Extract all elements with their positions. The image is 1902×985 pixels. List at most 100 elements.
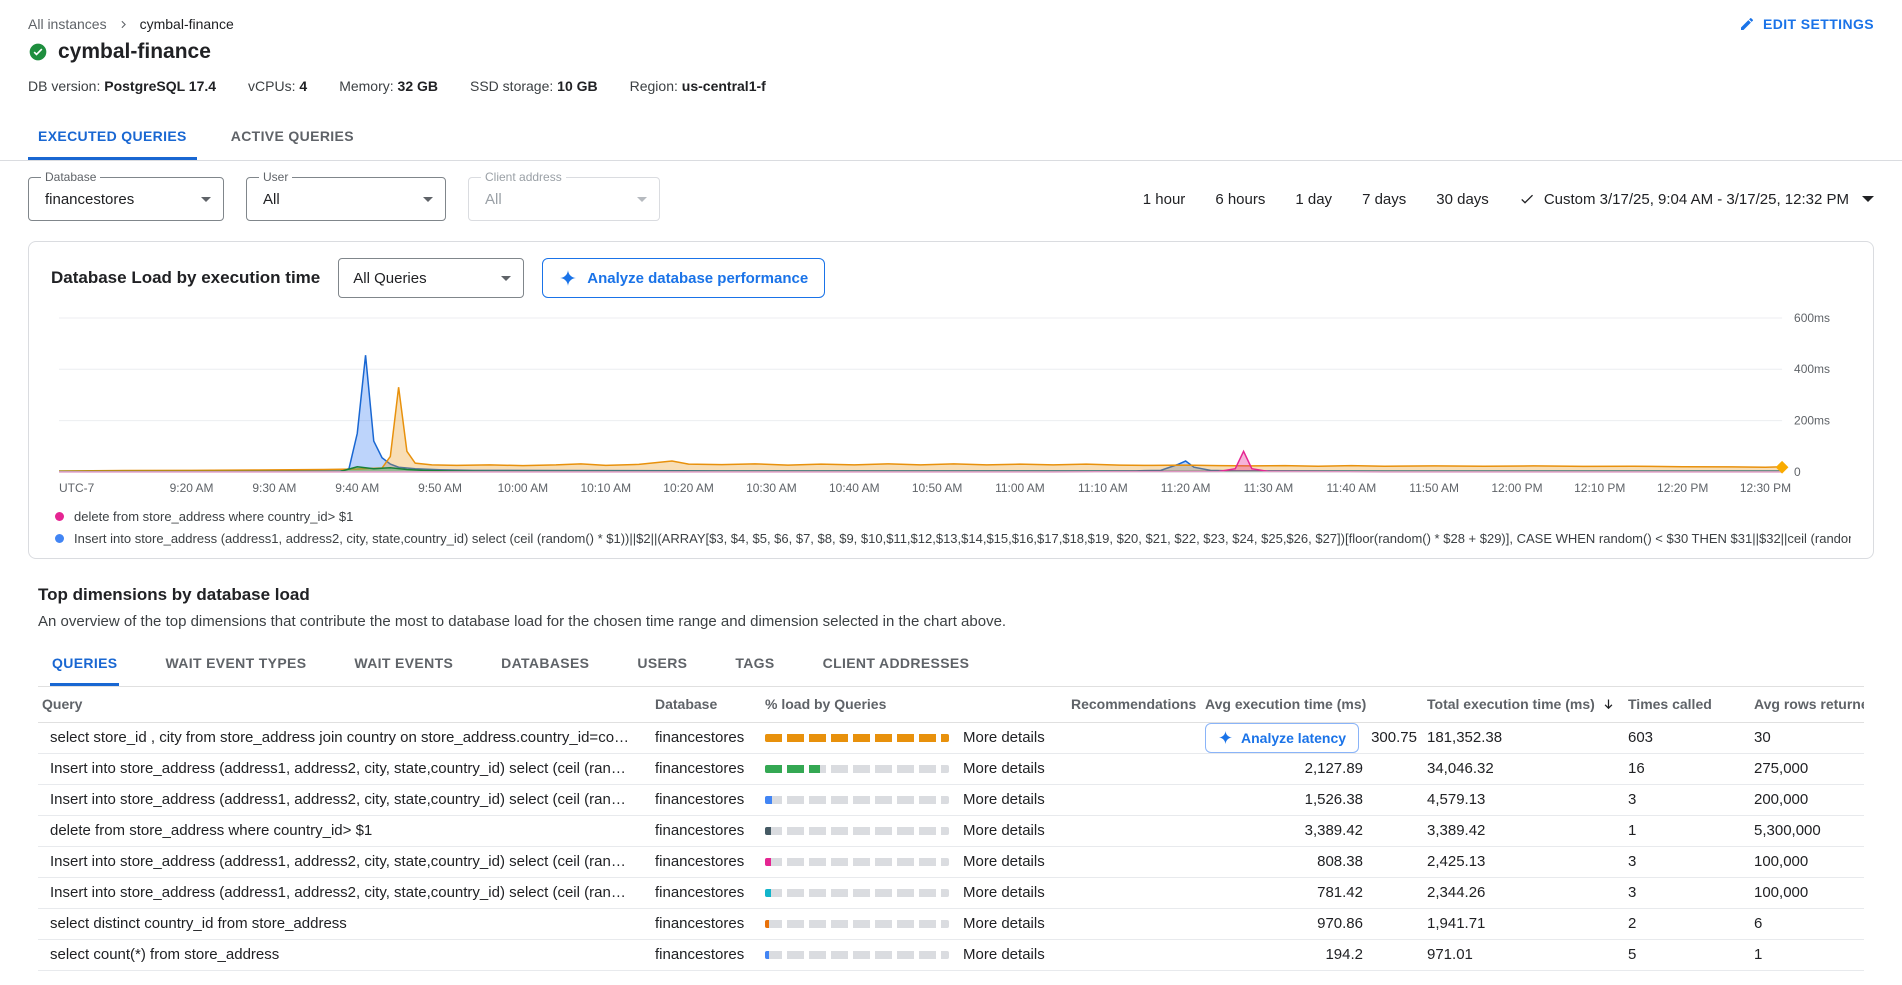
query-cell[interactable]: select count(*) from store_address xyxy=(38,946,655,963)
query-cell[interactable]: Insert into store_address (address1, add… xyxy=(38,791,655,808)
sparkle-icon xyxy=(559,269,577,287)
more-details-link[interactable]: More details xyxy=(963,884,1045,901)
load-bar xyxy=(765,734,949,742)
svg-text:400ms: 400ms xyxy=(1794,362,1830,376)
filters-row: Database financestores User All Client a… xyxy=(0,161,1902,221)
column-header[interactable]: Query xyxy=(38,696,655,712)
dimension-tabs: QUERIES WAIT EVENT TYPES WAIT EVENTS DATABA… xyxy=(38,644,1864,687)
svg-text:10:20 AM: 10:20 AM xyxy=(663,481,714,495)
more-details-link[interactable]: More details xyxy=(963,853,1045,870)
table-row: Insert into store_address (address1, add… xyxy=(38,754,1864,785)
dim-tab-wait-events[interactable]: WAIT EVENTS xyxy=(352,644,455,686)
database-cell: financestores xyxy=(655,791,765,808)
time-preset[interactable]: 1 hour xyxy=(1143,191,1186,208)
tab-executed-queries[interactable]: EXECUTED QUERIES xyxy=(28,114,197,160)
tab-active-queries[interactable]: ACTIVE QUERIES xyxy=(221,114,364,160)
title-row: cymbal-finance xyxy=(0,32,1902,64)
dim-tab-queries[interactable]: QUERIES xyxy=(50,644,119,686)
times-called-cell: 5 xyxy=(1628,946,1754,963)
total-exec-cell: 3,389.42 xyxy=(1427,822,1628,839)
table-body: select store_id , city from store_addres… xyxy=(38,723,1864,971)
query-cell[interactable]: Insert into store_address (address1, add… xyxy=(38,884,655,901)
query-cell[interactable]: Insert into store_address (address1, add… xyxy=(38,760,655,777)
load-cell: More details xyxy=(765,822,1071,839)
legend-item[interactable]: delete from store_address where country_… xyxy=(55,509,1851,524)
load-bar xyxy=(765,920,949,928)
load-bar xyxy=(765,889,949,897)
svg-text:11:40 AM: 11:40 AM xyxy=(1327,481,1377,495)
table-header-row: QueryDatabase% load by QueriesRecommenda… xyxy=(38,687,1864,723)
database-select[interactable]: Database financestores xyxy=(28,177,224,221)
svg-text:12:10 PM: 12:10 PM xyxy=(1574,481,1625,495)
time-preset[interactable]: 30 days xyxy=(1436,191,1489,208)
svg-text:11:30 AM: 11:30 AM xyxy=(1244,481,1294,495)
column-header[interactable]: Database xyxy=(655,696,765,712)
user-select[interactable]: User All xyxy=(246,177,446,221)
client-address-select-value: All xyxy=(485,191,619,208)
load-cell: More details xyxy=(765,729,1071,746)
times-called-cell: 3 xyxy=(1628,853,1754,870)
table-row: Insert into store_address (address1, add… xyxy=(38,847,1864,878)
meta-item: SSD storage: 10 GB xyxy=(470,78,598,94)
query-cell[interactable]: Insert into store_address (address1, add… xyxy=(38,853,655,870)
dim-tab-databases[interactable]: DATABASES xyxy=(499,644,591,686)
svg-text:12:30 PM: 12:30 PM xyxy=(1740,481,1791,495)
column-header[interactable]: % load by Queries xyxy=(765,696,1071,712)
user-select-label: User xyxy=(259,171,292,183)
svg-text:9:30 AM: 9:30 AM xyxy=(252,481,296,495)
more-details-link[interactable]: More details xyxy=(963,946,1045,963)
dim-tab-client-addresses[interactable]: CLIENT ADDRESSES xyxy=(821,644,972,686)
svg-text:200ms: 200ms xyxy=(1794,414,1830,428)
breadcrumb-all-instances[interactable]: All instances xyxy=(28,16,107,32)
chevron-down-icon xyxy=(501,276,511,281)
more-details-link[interactable]: More details xyxy=(963,791,1045,808)
load-chart[interactable]: 600ms400ms200ms09:20 AM9:30 AM9:40 AM9:5… xyxy=(51,310,1851,505)
load-bar xyxy=(765,827,949,835)
legend-item[interactable]: Insert into store_address (address1, add… xyxy=(55,531,1851,546)
meta-item: Memory: 32 GB xyxy=(339,78,438,94)
more-details-link[interactable]: More details xyxy=(963,822,1045,839)
time-preset[interactable]: 7 days xyxy=(1362,191,1406,208)
database-cell: financestores xyxy=(655,760,765,777)
svg-text:11:00 AM: 11:00 AM xyxy=(995,481,1045,495)
more-details-link[interactable]: More details xyxy=(963,915,1045,932)
analyze-latency-button[interactable]: Analyze latency xyxy=(1205,723,1359,753)
column-header[interactable]: Avg execution time (ms) xyxy=(1205,696,1427,712)
time-preset[interactable]: 1 day xyxy=(1295,191,1332,208)
meta-item: Region: us-central1-f xyxy=(630,78,766,94)
avg-exec-cell: 194.2 xyxy=(1205,946,1427,963)
dim-tab-tags[interactable]: TAGS xyxy=(733,644,776,686)
query-cell[interactable]: select store_id , city from store_addres… xyxy=(38,729,655,746)
more-details-link[interactable]: More details xyxy=(963,729,1045,746)
user-select-value: All xyxy=(263,191,405,208)
pencil-icon xyxy=(1739,16,1755,32)
query-filter-select[interactable]: All Queries xyxy=(338,258,524,298)
card-title: Database Load by execution time xyxy=(51,268,320,288)
column-header[interactable]: Times called xyxy=(1628,696,1754,712)
edit-settings-button[interactable]: EDIT SETTINGS xyxy=(1739,16,1874,32)
dim-tab-wait-event-types[interactable]: WAIT EVENT TYPES xyxy=(163,644,308,686)
query-cell[interactable]: select distinct country_id from store_ad… xyxy=(38,915,655,932)
column-header[interactable]: Total execution time (ms) xyxy=(1427,696,1628,712)
time-preset[interactable]: 6 hours xyxy=(1215,191,1265,208)
svg-text:11:10 AM: 11:10 AM xyxy=(1078,481,1128,495)
load-cell: More details xyxy=(765,884,1071,901)
analyze-database-performance-button[interactable]: Analyze database performance xyxy=(542,258,825,298)
avg-exec-cell: 3,389.42 xyxy=(1205,822,1427,839)
svg-text:10:30 AM: 10:30 AM xyxy=(746,481,797,495)
dim-tab-users[interactable]: USERS xyxy=(635,644,689,686)
column-header[interactable]: Avg rows returned xyxy=(1754,696,1864,712)
column-header[interactable]: Recommendations xyxy=(1071,696,1205,712)
total-exec-cell: 34,046.32 xyxy=(1427,760,1628,777)
more-details-link[interactable]: More details xyxy=(963,760,1045,777)
table-row: Insert into store_address (address1, add… xyxy=(38,878,1864,909)
chevron-down-icon xyxy=(201,197,211,202)
svg-text:10:40 AM: 10:40 AM xyxy=(829,481,880,495)
check-icon xyxy=(1519,191,1535,207)
total-exec-cell: 181,352.38 xyxy=(1427,729,1628,746)
query-cell[interactable]: delete from store_address where country_… xyxy=(38,822,655,839)
avg-rows-cell: 100,000 xyxy=(1754,884,1864,901)
legend-dot-icon xyxy=(55,534,64,543)
custom-time-range[interactable]: Custom 3/17/25, 9:04 AM - 3/17/25, 12:32… xyxy=(1519,191,1874,208)
legend-dot-icon xyxy=(55,512,64,521)
